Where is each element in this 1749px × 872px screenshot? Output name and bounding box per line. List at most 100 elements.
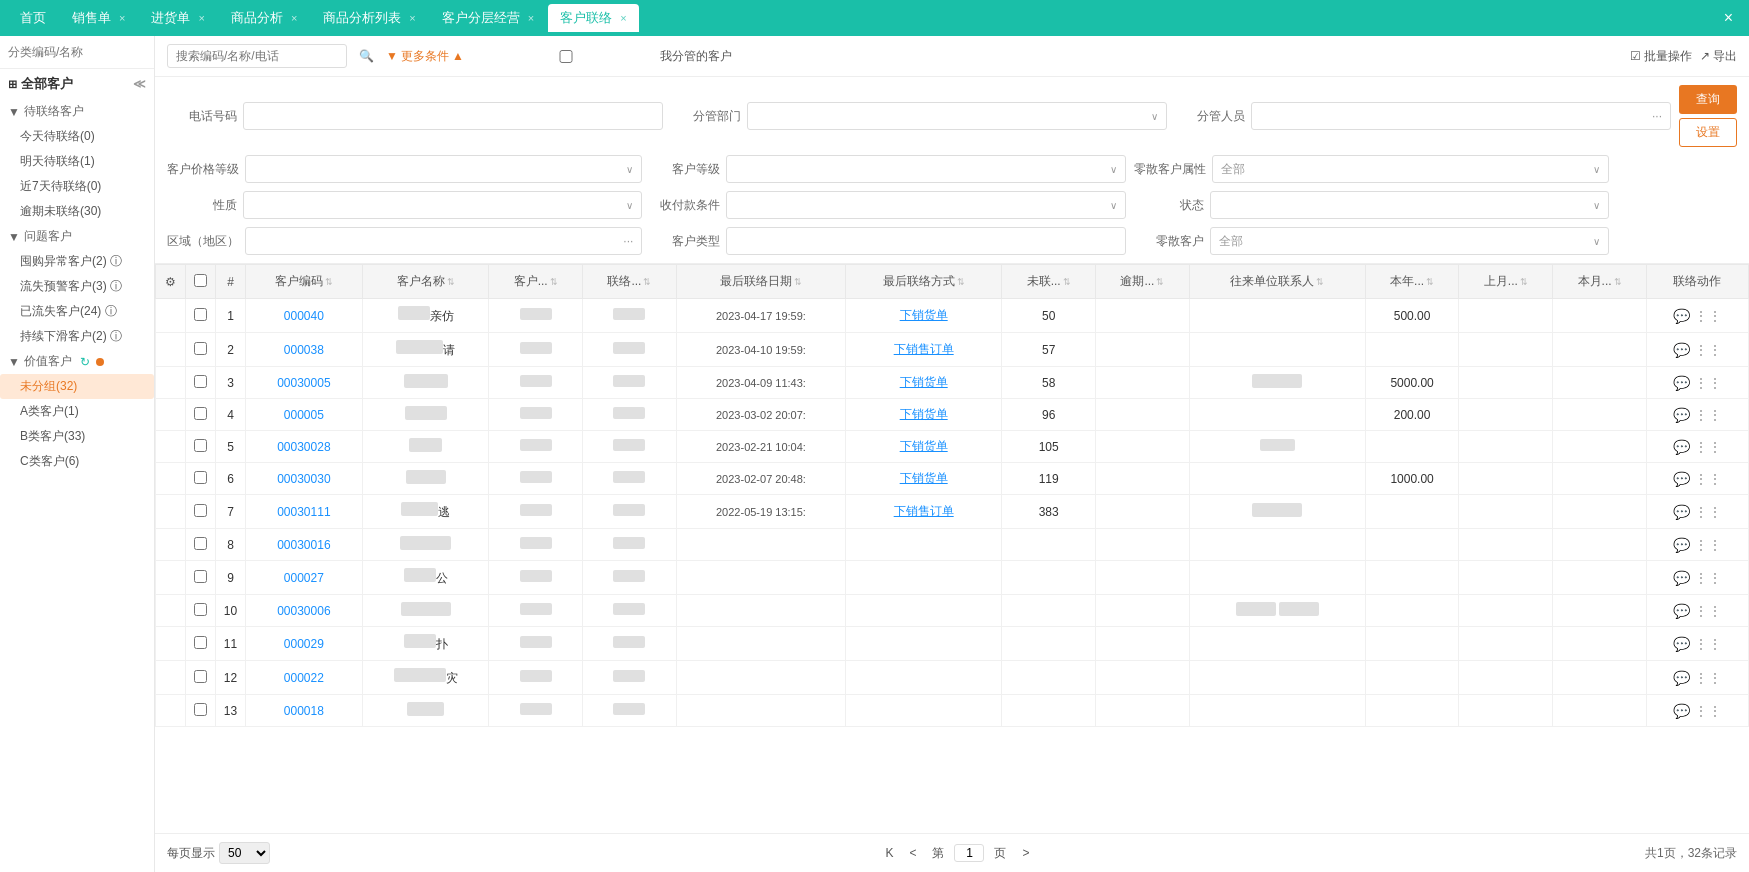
- contact-icon[interactable]: 💬: [1673, 342, 1690, 358]
- contact-icon[interactable]: 💬: [1673, 375, 1690, 391]
- sidebar-group-problem[interactable]: ▼ 问题客户: [0, 224, 154, 249]
- customer-level-select[interactable]: ∨: [726, 155, 1125, 183]
- th-partner[interactable]: 往来单位联系人⇅: [1189, 265, 1365, 299]
- contact-icon[interactable]: 💬: [1673, 670, 1690, 686]
- th-name[interactable]: 客户名称⇅: [362, 265, 489, 299]
- retail-attr-select[interactable]: 全部 ∨: [1212, 155, 1609, 183]
- last-contact-method-link[interactable]: 下销货单: [900, 375, 948, 389]
- sidebar-item-churned[interactable]: 已流失客户(24) ⓘ: [0, 299, 154, 324]
- contact-icon[interactable]: 💬: [1673, 308, 1690, 324]
- contact-icon[interactable]: 💬: [1673, 504, 1690, 520]
- last-contact-method-link[interactable]: 下销货单: [900, 407, 948, 421]
- sidebar-group-pending[interactable]: ▼ 待联络客户: [0, 99, 154, 124]
- th-this-year[interactable]: 本年...⇅: [1365, 265, 1459, 299]
- sidebar-item-class-a[interactable]: A类客户(1): [0, 399, 154, 424]
- prev-page-button[interactable]: <: [903, 844, 922, 862]
- more-actions-icon[interactable]: ⋮⋮: [1694, 308, 1722, 324]
- close-icon[interactable]: ×: [620, 12, 626, 24]
- th-last-month[interactable]: 上月...⇅: [1459, 265, 1553, 299]
- query-button[interactable]: 查询: [1679, 85, 1737, 114]
- row-checkbox[interactable]: [194, 636, 207, 649]
- sidebar-item-week-pending[interactable]: 近7天待联络(0): [0, 174, 154, 199]
- batch-ops-button[interactable]: ☑ 批量操作: [1630, 48, 1692, 65]
- more-actions-icon[interactable]: ⋮⋮: [1694, 636, 1722, 652]
- more-actions-icon[interactable]: ⋮⋮: [1694, 603, 1722, 619]
- my-customers-check[interactable]: 我分管的客户: [476, 48, 732, 65]
- row-checkbox[interactable]: [194, 703, 207, 716]
- row-checkbox[interactable]: [194, 670, 207, 683]
- region-input[interactable]: ···: [245, 227, 642, 255]
- last-contact-method-link[interactable]: 下销货单: [900, 439, 948, 453]
- td-checkbox[interactable]: [186, 695, 216, 727]
- td-last-contact-method[interactable]: 下销货单: [846, 399, 1002, 431]
- td-last-contact-method[interactable]: 下销货单: [846, 367, 1002, 399]
- contact-icon[interactable]: 💬: [1673, 570, 1690, 586]
- all-customers-header[interactable]: ⊞ 全部客户 ≪: [0, 69, 154, 99]
- tab-sales-order[interactable]: 销售单 ×: [60, 4, 137, 32]
- last-contact-method-link[interactable]: 下销货单: [900, 471, 948, 485]
- th-checkbox[interactable]: [186, 265, 216, 299]
- sidebar-item-today-pending[interactable]: 今天待联络(0): [0, 124, 154, 149]
- sidebar-item-ungrouped[interactable]: 未分组(32): [0, 374, 154, 399]
- status-select[interactable]: ∨: [1210, 191, 1609, 219]
- th-last-contact-method[interactable]: 最后联络方式⇅: [846, 265, 1002, 299]
- more-actions-icon[interactable]: ⋮⋮: [1694, 570, 1722, 586]
- sidebar-item-churn-warning[interactable]: 流失预警客户(3) ⓘ: [0, 274, 154, 299]
- close-icon[interactable]: ×: [528, 12, 534, 24]
- td-checkbox[interactable]: [186, 399, 216, 431]
- tab-customer-contact[interactable]: 客户联络 ×: [548, 4, 638, 32]
- td-last-contact-method[interactable]: 下销货单: [846, 463, 1002, 495]
- td-checkbox[interactable]: [186, 661, 216, 695]
- sidebar-item-declining[interactable]: 持续下滑客户(2) ⓘ: [0, 324, 154, 349]
- th-overdue[interactable]: 逾期...⇅: [1096, 265, 1190, 299]
- td-last-contact-method[interactable]: [846, 695, 1002, 727]
- sidebar-item-tomorrow-pending[interactable]: 明天待联络(1): [0, 149, 154, 174]
- contact-icon[interactable]: 💬: [1673, 603, 1690, 619]
- department-select[interactable]: ∨: [747, 102, 1167, 130]
- td-last-contact-method[interactable]: [846, 661, 1002, 695]
- my-customers-checkbox[interactable]: [476, 50, 656, 63]
- more-actions-icon[interactable]: ⋮⋮: [1694, 342, 1722, 358]
- td-last-contact-method[interactable]: [846, 595, 1002, 627]
- customer-type-input[interactable]: [726, 227, 1125, 255]
- next-page-button[interactable]: >: [1016, 844, 1035, 862]
- contact-icon[interactable]: 💬: [1673, 471, 1690, 487]
- more-actions-icon[interactable]: ⋮⋮: [1694, 703, 1722, 719]
- td-checkbox[interactable]: [186, 495, 216, 529]
- sidebar-search-input[interactable]: [8, 45, 155, 59]
- th-settings[interactable]: ⚙: [156, 265, 186, 299]
- sidebar-group-value[interactable]: ▼ 价值客户 ↻: [0, 349, 154, 374]
- sidebar-item-class-b[interactable]: B类客户(33): [0, 424, 154, 449]
- row-checkbox[interactable]: [194, 537, 207, 550]
- td-checkbox[interactable]: [186, 333, 216, 367]
- tab-purchase-order[interactable]: 进货单 ×: [139, 4, 216, 32]
- phone-input[interactable]: [243, 102, 663, 130]
- td-last-contact-method[interactable]: [846, 561, 1002, 595]
- more-actions-icon[interactable]: ⋮⋮: [1694, 471, 1722, 487]
- search-input[interactable]: [167, 44, 347, 68]
- contact-icon[interactable]: 💬: [1673, 439, 1690, 455]
- td-checkbox[interactable]: [186, 299, 216, 333]
- more-actions-icon[interactable]: ⋮⋮: [1694, 439, 1722, 455]
- home-tab[interactable]: 首页: [8, 9, 58, 27]
- td-last-contact-method[interactable]: [846, 627, 1002, 661]
- contact-icon[interactable]: 💬: [1673, 537, 1690, 553]
- th-contact[interactable]: 联络...⇅: [583, 265, 677, 299]
- th-this-month[interactable]: 本月...⇅: [1553, 265, 1647, 299]
- price-level-select[interactable]: ∨: [245, 155, 642, 183]
- refresh-icon[interactable]: ↻: [80, 355, 90, 369]
- more-actions-icon[interactable]: ⋮⋮: [1694, 375, 1722, 391]
- td-last-contact-method[interactable]: 下销售订单: [846, 333, 1002, 367]
- page-number-input[interactable]: [954, 844, 984, 862]
- td-checkbox[interactable]: [186, 367, 216, 399]
- window-close-button[interactable]: ×: [1716, 9, 1741, 27]
- retail-customer-select[interactable]: 全部 ∨: [1210, 227, 1609, 255]
- td-checkbox[interactable]: [186, 431, 216, 463]
- nature-select[interactable]: ∨: [243, 191, 642, 219]
- more-conditions-button[interactable]: ▼ 更多条件 ▲: [386, 48, 464, 65]
- td-checkbox[interactable]: [186, 627, 216, 661]
- td-last-contact-method[interactable]: 下销货单: [846, 299, 1002, 333]
- row-checkbox[interactable]: [194, 603, 207, 616]
- td-last-contact-method[interactable]: 下销售订单: [846, 495, 1002, 529]
- last-contact-method-link[interactable]: 下销售订单: [894, 342, 954, 356]
